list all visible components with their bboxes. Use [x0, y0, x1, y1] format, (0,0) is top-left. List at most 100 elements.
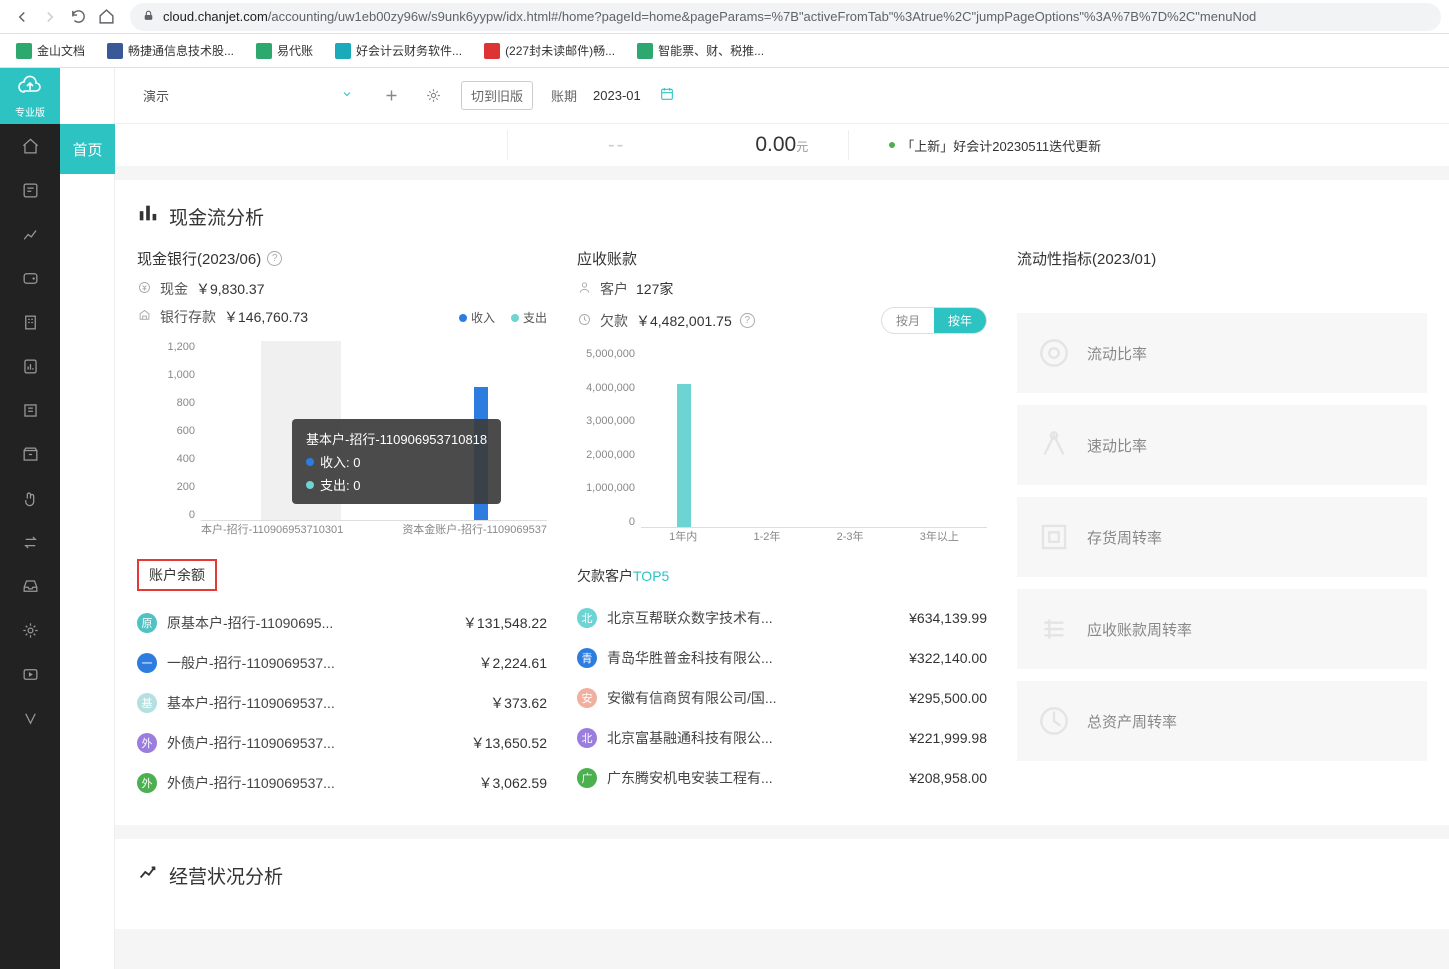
bookmarks-bar: 金山文档畅捷通信息技术股...易代账好会计云财务软件... (227封未读邮件)畅…: [0, 34, 1449, 68]
rail-gear-icon[interactable]: [0, 608, 60, 652]
rail-home-icon[interactable]: [0, 124, 60, 168]
customer-name: 青岛华胜普金科技有限公...: [607, 648, 773, 668]
rail-video-icon[interactable]: [0, 652, 60, 696]
rail-chart-icon[interactable]: [0, 212, 60, 256]
customer-badge: 安: [577, 688, 597, 708]
ar-column: 应收账款 客户 127家 欠款 ￥4,482,001.75 ?: [577, 248, 987, 803]
rail-hand-icon[interactable]: [0, 476, 60, 520]
customer-badge: 北: [577, 608, 597, 628]
bookmark-label: (227封未读邮件)畅...: [505, 42, 615, 59]
add-button[interactable]: [377, 82, 405, 110]
cash-bank-chart: 1,2001,0008006004002000 本户-招行-1109069537…: [137, 341, 547, 541]
list-item[interactable]: 外外债户-招行-1109069537...￥3,062.59: [137, 763, 547, 803]
rail-v-icon[interactable]: [0, 696, 60, 740]
liquidity-title: 流动性指标(2023/01): [1017, 248, 1427, 269]
content-scroll[interactable]: -- 0.00元 「上新」好会计20230511迭代更新 现金流分析: [115, 124, 1449, 969]
customer-badge: 青: [577, 648, 597, 668]
strip-dashes: --: [608, 134, 625, 157]
rail-transfer-icon[interactable]: [0, 520, 60, 564]
bar-group[interactable]: [677, 384, 691, 527]
bookmark-favicon: [484, 43, 500, 59]
rail-building-icon[interactable]: [0, 300, 60, 344]
toggle-month[interactable]: 按月: [882, 308, 934, 333]
liquidity-card[interactable]: 应收账款周转率: [1017, 589, 1427, 669]
customer-list: 北北京互帮联众数字技术有...¥634,139.99青青岛华胜普金科技有限公..…: [577, 598, 987, 798]
rail-voucher-icon[interactable]: [0, 168, 60, 212]
rail-wallet-icon[interactable]: [0, 256, 60, 300]
list-item[interactable]: 广广东腾安机电安装工程有... ¥208,958.00: [577, 758, 987, 798]
company-name: 演示: [143, 86, 169, 105]
list-item[interactable]: 一一般户-招行-1109069537...￥2,224.61: [137, 643, 547, 683]
home-button[interactable]: [92, 3, 120, 31]
news-ticker[interactable]: 「上新」好会计20230511迭代更新: [889, 136, 1101, 155]
old-version-button[interactable]: 切到旧版: [461, 81, 533, 110]
list-item[interactable]: 原原基本户-招行-11090695... ￥131,548.22: [137, 603, 547, 643]
customer-amount: ¥208,958.00: [909, 770, 987, 786]
period-toggle: 按月 按年: [881, 307, 987, 334]
customer-row: 客户 127家: [577, 279, 987, 299]
account-amount: ￥131,548.22: [463, 613, 547, 633]
account-name: 原基本户-招行-11090695...: [167, 613, 333, 633]
bookmark-label: 智能票、财、税推...: [658, 42, 764, 59]
top-strip: -- 0.00元 「上新」好会计20230511迭代更新: [115, 124, 1449, 166]
browser-toolbar: cloud.chanjet.com/accounting/uw1eb00zy96…: [0, 0, 1449, 34]
list-item[interactable]: 青青岛华胜普金科技有限公... ¥322,140.00: [577, 638, 987, 678]
bookmark-item[interactable]: 畅捷通信息技术股...: [99, 38, 242, 63]
liquidity-icon: [1035, 334, 1073, 372]
rail-inbox-icon[interactable]: [0, 564, 60, 608]
bookmark-item[interactable]: 好会计云财务软件...: [327, 38, 470, 63]
customer-name: 广东腾安机电安装工程有...: [607, 768, 773, 788]
reload-button[interactable]: [64, 3, 92, 31]
liquidity-label: 总资产周转率: [1087, 711, 1177, 732]
rail-logo[interactable]: 专业版: [0, 68, 60, 124]
top5-title: 欠款客户TOP5: [577, 566, 987, 586]
settings-button[interactable]: [419, 82, 447, 110]
operating-panel: 经营状况分析: [115, 839, 1449, 929]
list-item[interactable]: 外外债户-招行-1109069537...￥13,650.52: [137, 723, 547, 763]
bookmark-favicon: [107, 43, 123, 59]
liquidity-cards: 流动比率速动比率存货周转率应收账款周转率总资产周转率: [1017, 313, 1427, 761]
liquidity-card[interactable]: 存货周转率: [1017, 497, 1427, 577]
help-icon[interactable]: ?: [740, 313, 755, 328]
toggle-year[interactable]: 按年: [934, 308, 986, 333]
liquidity-card[interactable]: 总资产周转率: [1017, 681, 1427, 761]
help-icon[interactable]: ?: [267, 251, 282, 266]
customer-amount: ¥295,500.00: [909, 690, 987, 706]
liquidity-label: 速动比率: [1087, 435, 1147, 456]
rail-archive-icon[interactable]: [0, 432, 60, 476]
bookmark-favicon: [637, 43, 653, 59]
chart-tooltip: 基本户-招行-110906953710818 收入: 0支出: 0: [292, 419, 501, 504]
sub-nav-home-tab[interactable]: 首页: [60, 124, 115, 174]
bookmark-item[interactable]: (227封未读邮件)畅...: [476, 38, 623, 63]
liquidity-card[interactable]: 速动比率: [1017, 405, 1427, 485]
account-name: 一般户-招行-1109069537...: [167, 653, 335, 673]
bookmark-favicon: [335, 43, 351, 59]
cashflow-panel: 现金流分析 现金银行(2023/06) ? 现金 ￥9,830.37: [115, 180, 1449, 825]
user-icon: [577, 280, 592, 298]
company-selector[interactable]: 演示: [133, 79, 363, 113]
url-domain: cloud.chanjet.com: [163, 9, 268, 24]
bar-chart-icon: [137, 202, 159, 230]
cashflow-title: 现金流分析: [137, 202, 1427, 230]
rail-report-icon[interactable]: [0, 344, 60, 388]
bookmark-item[interactable]: 智能票、财、税推...: [629, 38, 772, 63]
rail-tax-icon[interactable]: [0, 388, 60, 432]
list-item[interactable]: 北北京富基融通科技有限公...¥221,999.98: [577, 718, 987, 758]
customer-amount: ¥322,140.00: [909, 650, 987, 666]
liquidity-icon: [1035, 426, 1073, 464]
list-item[interactable]: 北北京互帮联众数字技术有...¥634,139.99: [577, 598, 987, 638]
bookmark-favicon: [256, 43, 272, 59]
bookmark-item[interactable]: 易代账: [248, 38, 321, 63]
forward-button[interactable]: [36, 3, 64, 31]
chevron-down-icon: [341, 88, 353, 103]
address-bar[interactable]: cloud.chanjet.com/accounting/uw1eb00zy96…: [130, 3, 1441, 31]
bookmark-item[interactable]: 金山文档: [8, 38, 93, 63]
calendar-icon[interactable]: [659, 86, 675, 105]
back-button[interactable]: [8, 3, 36, 31]
list-item[interactable]: 基基本户-招行-1109069537...￥373.62: [137, 683, 547, 723]
list-item[interactable]: 安安徽有信商贸有限公司/国... ¥295,500.00: [577, 678, 987, 718]
customer-name: 安徽有信商贸有限公司/国...: [607, 688, 777, 708]
liquidity-card[interactable]: 流动比率: [1017, 313, 1427, 393]
account-badge: 原: [137, 613, 157, 633]
customer-badge: 广: [577, 768, 597, 788]
